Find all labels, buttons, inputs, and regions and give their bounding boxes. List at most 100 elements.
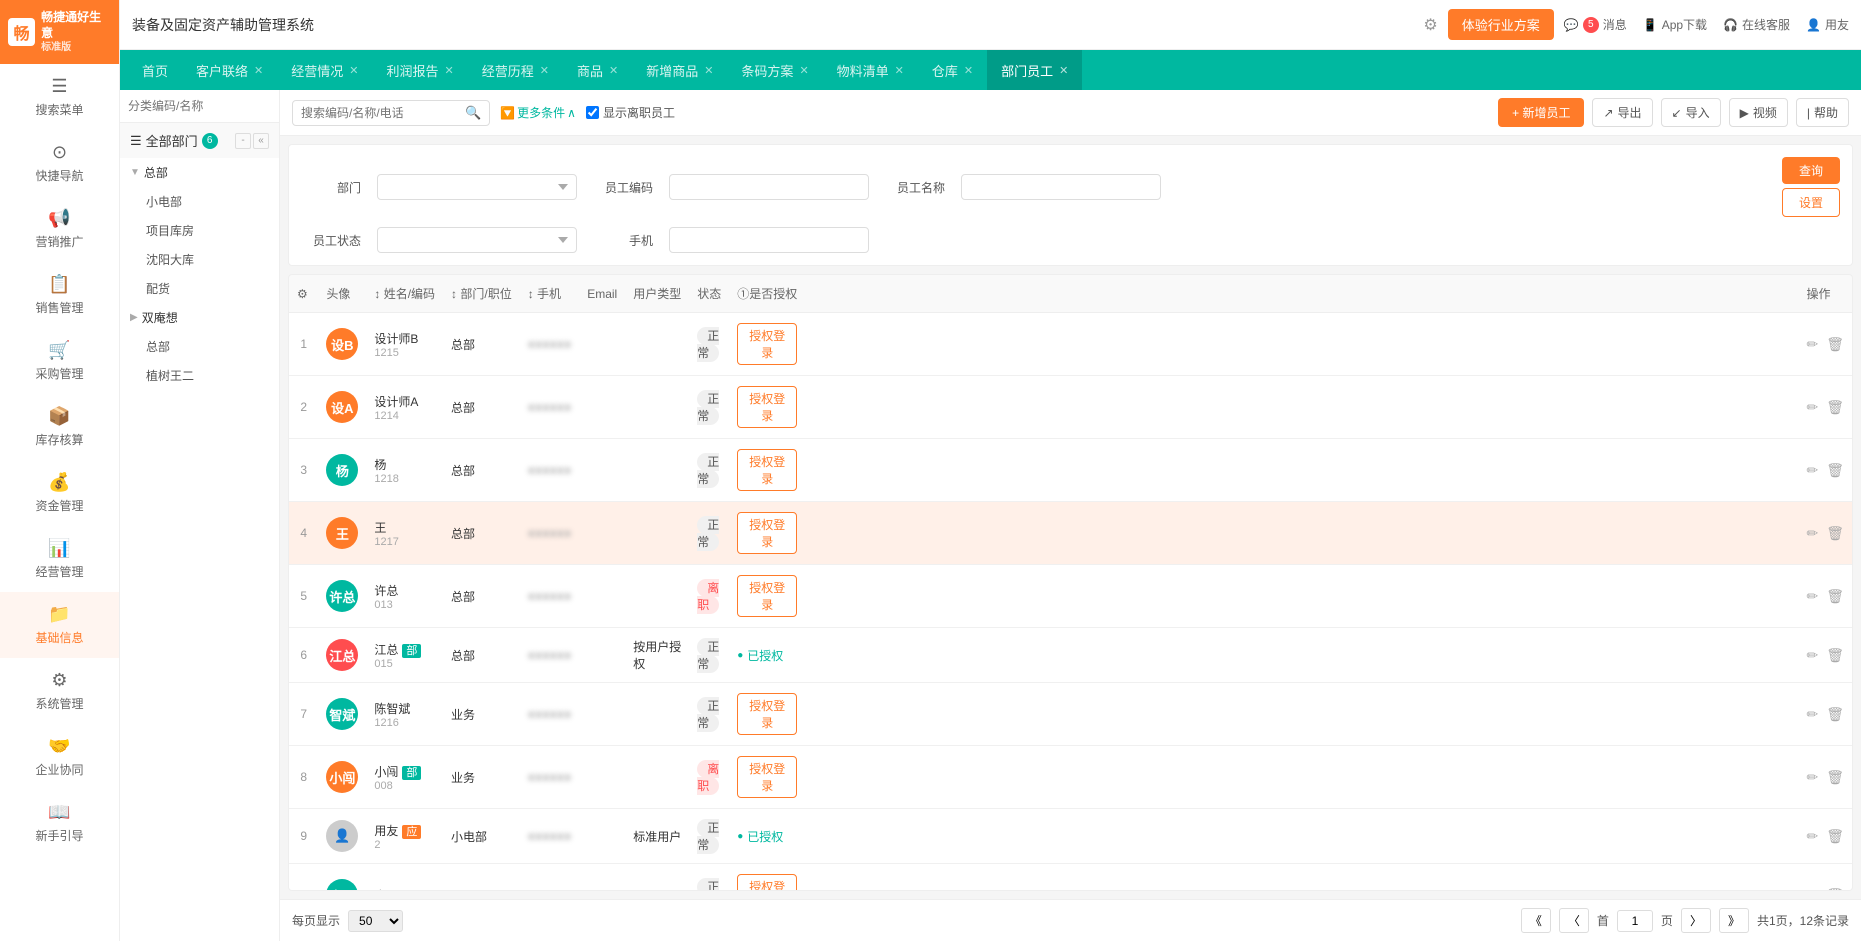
emp-code-input[interactable] <box>669 174 869 200</box>
edit-action-btn[interactable]: ✏ <box>1806 336 1818 353</box>
user-item[interactable]: 👤 用友 <box>1806 16 1849 33</box>
sidebar-item-purchase[interactable]: 🛒采购管理 <box>0 328 119 394</box>
auth-button[interactable]: 授权登录 <box>737 449 797 491</box>
sidebar-item-system[interactable]: ⚙系统管理 <box>0 658 119 724</box>
sidebar-item-enterprise[interactable]: 🤝企业协同 <box>0 724 119 790</box>
phone-input[interactable] <box>669 227 869 253</box>
view-button[interactable]: ▶ 视频 <box>1729 98 1788 127</box>
tab-close-goods[interactable]: ✕ <box>609 64 618 77</box>
tree-collapse-btn[interactable]: « <box>253 133 269 149</box>
tab-close-operation[interactable]: ✕ <box>349 64 358 77</box>
delete-action-btn[interactable]: 🗑 <box>1826 647 1844 664</box>
tree-node-general[interactable]: ▼总部 <box>120 158 279 187</box>
sidebar-item-finance[interactable]: 💰资金管理 <box>0 460 119 526</box>
page-size-select[interactable]: 50 20 100 <box>348 910 403 932</box>
add-employee-button[interactable]: + 新增员工 <box>1498 98 1584 127</box>
delete-action-btn[interactable]: 🗑 <box>1826 462 1844 479</box>
edit-action-btn[interactable]: ✏ <box>1806 887 1818 892</box>
auth-button[interactable]: 授权登录 <box>737 386 797 428</box>
trial-button[interactable]: 体验行业方案 <box>1448 9 1554 40</box>
auth-button[interactable]: 授权登录 <box>737 756 797 798</box>
tab-warehouse[interactable]: 仓库✕ <box>918 50 987 90</box>
auth-button[interactable]: 授权登录 <box>737 874 797 891</box>
auth-button[interactable]: 授权登录 <box>737 512 797 554</box>
edit-action-btn[interactable]: ✏ <box>1806 706 1818 723</box>
auth-button[interactable]: 授权登录 <box>737 693 797 735</box>
tab-goods[interactable]: 商品✕ <box>563 50 632 90</box>
tree-node-distribution[interactable]: 配货 <box>120 274 279 303</box>
sidebar-item-sales[interactable]: 📋销售管理 <box>0 262 119 328</box>
show-resigned-input[interactable] <box>586 106 599 119</box>
tree-node-shuangyan[interactable]: ▶双庵想 <box>120 303 279 332</box>
sidebar-item-marketing[interactable]: 📢营销推广 <box>0 196 119 262</box>
delete-action-btn[interactable]: 🗑 <box>1826 706 1844 723</box>
show-resigned-checkbox[interactable]: 显示离职员工 <box>586 104 675 121</box>
settings-icon[interactable]: ⚙ <box>1423 15 1437 35</box>
tab-history[interactable]: 经营历程✕ <box>468 50 563 90</box>
col-dept[interactable]: ↕ 部门/职位 <box>443 275 520 313</box>
first-page-btn[interactable]: 《 <box>1521 908 1551 933</box>
filter-search-button[interactable]: 查询 <box>1782 157 1840 184</box>
last-page-btn[interactable]: 》 <box>1719 908 1749 933</box>
tab-customer[interactable]: 客户联络✕ <box>182 50 277 90</box>
filter-reset-button[interactable]: 设置 <box>1782 188 1840 217</box>
tab-addgoods[interactable]: 新增商品✕ <box>632 50 727 90</box>
delete-action-btn[interactable]: 🗑 <box>1826 588 1844 605</box>
sidebar-item-search[interactable]: ☰搜索菜单 <box>0 64 119 130</box>
col-name[interactable]: ↕ 姓名/编码 <box>366 275 443 313</box>
emp-name-input[interactable] <box>961 174 1161 200</box>
tree-node-hq[interactable]: 总部 <box>120 332 279 361</box>
export-button[interactable]: ↗ 导出 <box>1592 98 1652 127</box>
tree-node-plant_king[interactable]: 植树王二 <box>120 361 279 390</box>
tab-close-staff[interactable]: ✕ <box>1059 64 1068 77</box>
auth-button[interactable]: 授权登录 <box>737 575 797 617</box>
edit-action-btn[interactable]: ✏ <box>1806 588 1818 605</box>
app-download-item[interactable]: 📱 App下载 <box>1643 16 1707 33</box>
tree-search-input[interactable] <box>128 99 280 113</box>
tab-operation[interactable]: 经营情况✕ <box>277 50 372 90</box>
edit-action-btn[interactable]: ✏ <box>1806 828 1818 845</box>
auth-button[interactable]: 授权登录 <box>737 323 797 365</box>
search-input[interactable] <box>301 106 461 120</box>
tree-node-project[interactable]: 项目库房 <box>120 216 279 245</box>
tab-profit[interactable]: 利润报告✕ <box>372 50 467 90</box>
more-conditions[interactable]: 🔽 更多条件 ∧ <box>500 104 576 121</box>
col-phone[interactable]: ↕ 手机 <box>520 275 580 313</box>
sidebar-item-nav[interactable]: ⊙快捷导航 <box>0 130 119 196</box>
tab-close-customer[interactable]: ✕ <box>254 64 263 77</box>
edit-action-btn[interactable]: ✏ <box>1806 525 1818 542</box>
delete-action-btn[interactable]: 🗑 <box>1826 399 1844 416</box>
edit-action-btn[interactable]: ✏ <box>1806 399 1818 416</box>
tab-close-materials[interactable]: ✕ <box>895 64 904 77</box>
tab-close-profit[interactable]: ✕ <box>445 64 454 77</box>
edit-action-btn[interactable]: ✏ <box>1806 462 1818 479</box>
delete-action-btn[interactable]: 🗑 <box>1826 828 1844 845</box>
tree-node-shenyang[interactable]: 沈阳大库 <box>120 245 279 274</box>
dept-select[interactable] <box>377 174 577 200</box>
sidebar-item-stock[interactable]: 📦库存核算 <box>0 394 119 460</box>
tree-node-small_electric[interactable]: 小电部 <box>120 187 279 216</box>
tab-close-addgoods[interactable]: ✕ <box>704 64 713 77</box>
delete-action-btn[interactable]: 🗑 <box>1826 336 1844 353</box>
import-button[interactable]: ↙ 导入 <box>1661 98 1721 127</box>
tab-home[interactable]: 首页 <box>128 50 182 90</box>
tab-close-history[interactable]: ✕ <box>540 64 549 77</box>
sidebar-item-basic[interactable]: 📁基础信息 <box>0 592 119 658</box>
edit-action-btn[interactable]: ✏ <box>1806 647 1818 664</box>
delete-action-btn[interactable]: 🗑 <box>1826 769 1844 786</box>
tab-materials[interactable]: 物料清单✕ <box>823 50 918 90</box>
message-item[interactable]: 💬 5 消息 <box>1564 16 1627 33</box>
tab-staff[interactable]: 部门员工✕ <box>987 50 1082 90</box>
emp-status-select[interactable] <box>377 227 577 253</box>
online-service-item[interactable]: 🎧 在线客服 <box>1723 16 1790 33</box>
page-number-input[interactable] <box>1617 910 1653 932</box>
tab-close-warehouse[interactable]: ✕ <box>964 64 973 77</box>
delete-action-btn[interactable]: 🗑 <box>1826 525 1844 542</box>
next-page-btn[interactable]: 〉 <box>1681 908 1711 933</box>
tab-close-barcode[interactable]: ✕ <box>799 64 808 77</box>
col-settings[interactable]: ⚙ <box>289 275 318 313</box>
edit-action-btn[interactable]: ✏ <box>1806 769 1818 786</box>
prev-page-btn[interactable]: 〈 <box>1559 908 1589 933</box>
help-button[interactable]: | 帮助 <box>1796 98 1849 127</box>
tree-expand-btn[interactable]: - <box>235 133 251 149</box>
